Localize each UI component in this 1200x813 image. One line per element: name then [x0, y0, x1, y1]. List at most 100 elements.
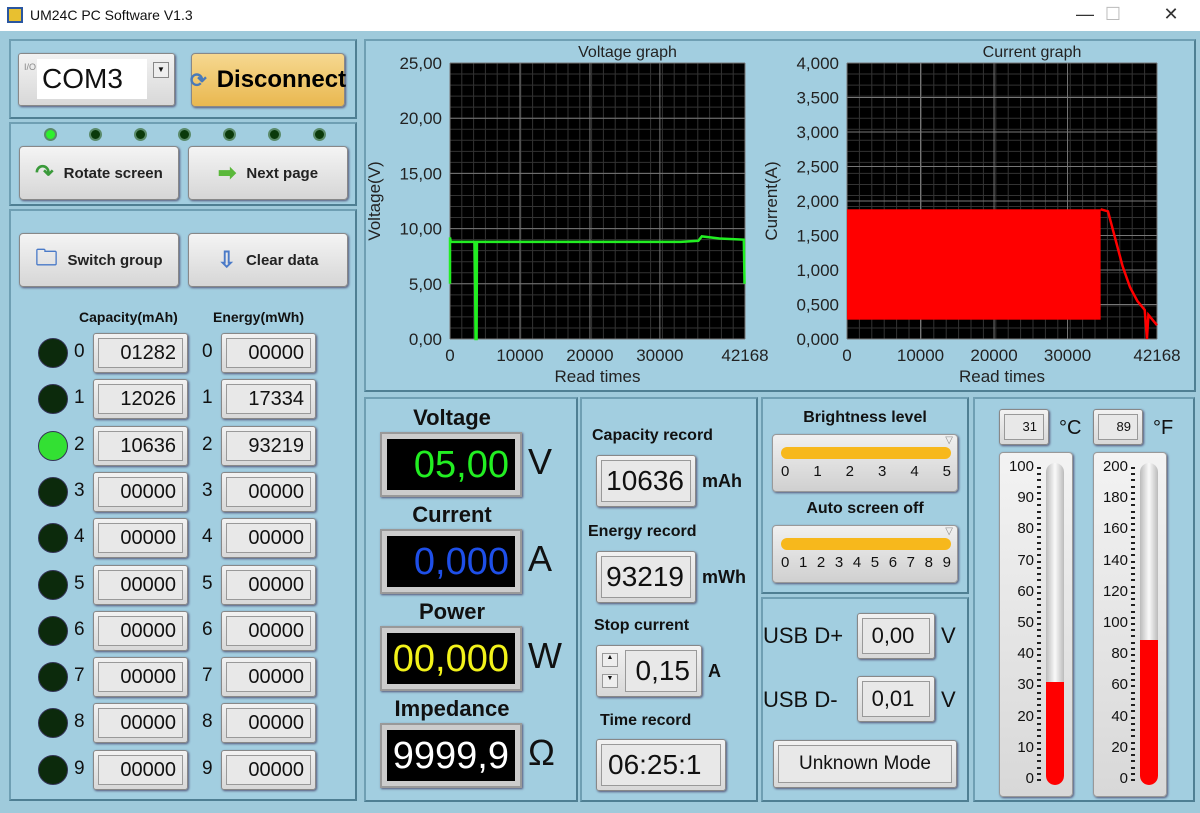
auto-screen-off-slider[interactable]: ▽ 0123456789: [772, 525, 958, 583]
brightness-tick: 2: [845, 463, 854, 480]
brightness-slider[interactable]: ▽ 0 1 2 3 4 5: [772, 434, 958, 492]
celsius-tick-mark: [1037, 616, 1041, 619]
autooff-fill: [781, 538, 951, 550]
celsius-tick-mark: [1037, 604, 1041, 607]
energy-index: 0: [202, 341, 213, 362]
celsius-tick-mark: [1037, 691, 1041, 694]
slider-thumb-icon[interactable]: ▽: [945, 526, 953, 537]
stop-current-stepper[interactable]: ▲ ▼ 0,15: [596, 645, 702, 697]
stop-current-label: Stop current: [594, 617, 690, 634]
capacity-record-field: 10636: [596, 455, 696, 507]
impedance-display: 9999,9: [380, 723, 522, 788]
group-led[interactable]: [38, 476, 68, 507]
refresh-icon: ⟳: [189, 69, 207, 92]
energy-value: 93219: [226, 430, 311, 461]
celsius-tick-mark: [1037, 573, 1041, 576]
celsius-tick-label: 90: [1017, 489, 1034, 507]
next-page-button[interactable]: ➡ Next page: [188, 146, 348, 200]
fahrenheit-tick-mark: [1131, 697, 1135, 700]
fahrenheit-tick-mark: [1131, 635, 1135, 638]
clear-data-button[interactable]: ⇩ Clear data: [188, 233, 348, 287]
group-led[interactable]: [38, 754, 68, 785]
app-icon: [7, 7, 23, 23]
fahrenheit-level-fill: [1140, 640, 1158, 785]
increment-arrow-icon[interactable]: ▲: [602, 653, 618, 667]
page-indicator-led: [268, 128, 281, 141]
time-record-field: 06:25:1: [596, 739, 726, 791]
capacity-field: 00000: [93, 471, 188, 512]
celsius-tick-mark: [1037, 467, 1041, 469]
fahrenheit-tick-mark: [1131, 467, 1135, 469]
usb-panel: USB D+ 0,00 V USB D- 0,01 V Unknown Mode: [761, 597, 969, 802]
stop-current-value[interactable]: 0,15: [625, 650, 697, 692]
energy-field: 00000: [221, 703, 316, 744]
decrement-arrow-icon[interactable]: ▼: [602, 674, 618, 688]
celsius-tick-mark: [1037, 554, 1041, 557]
close-button[interactable]: ✕: [1148, 0, 1194, 31]
folder-icon: 🗀: [35, 245, 58, 270]
autooff-tick: 0: [781, 554, 790, 571]
x-tick-label: 20000: [566, 346, 613, 365]
capacity-value: 00000: [98, 476, 183, 507]
celsius-tick-mark: [1037, 654, 1041, 657]
y-tick-label: 0,000: [796, 330, 839, 349]
maximize-button[interactable]: ☐: [1090, 0, 1136, 31]
dropdown-arrow-icon[interactable]: ▼: [153, 62, 169, 78]
fahrenheit-tick-label: 20: [1111, 738, 1128, 756]
energy-index: 7: [202, 665, 213, 687]
fahrenheit-tick-label: 140: [1102, 551, 1128, 569]
celsius-tick-label: 80: [1017, 520, 1034, 538]
autooff-tick: 5: [870, 554, 880, 571]
fahrenheit-tick-mark: [1131, 623, 1135, 625]
group-index: 1: [74, 387, 85, 409]
fahrenheit-tick-mark: [1131, 510, 1135, 513]
energy-record-unit: mWh: [702, 567, 746, 587]
temperature-panel: 31 °C 89 °F 100 90 80 70 60 50 40 30 20 10 0 200 18…: [973, 397, 1195, 802]
capacity-value: 00000: [98, 523, 183, 554]
capacity-field: 00000: [93, 657, 188, 698]
celsius-tick-mark: [1037, 548, 1041, 551]
y-tick-label: 3,000: [796, 123, 839, 142]
x-axis-label: Read times: [959, 367, 1045, 386]
energy-field: 00000: [221, 564, 316, 605]
arrow-right-icon: ➡: [217, 160, 237, 185]
fahrenheit-tick-mark: [1131, 485, 1135, 488]
energy-header: Energy(mWh): [213, 309, 304, 325]
fahrenheit-tick-mark: [1131, 498, 1135, 501]
disconnect-button[interactable]: ⟳ Disconnect: [189, 53, 346, 107]
com-port-select[interactable]: I/O COM3 ▼: [18, 53, 175, 106]
group-led[interactable]: [38, 523, 68, 554]
energy-index: 9: [202, 757, 213, 779]
group-led[interactable]: [38, 569, 68, 600]
fahrenheit-thermometer: 200 180 160 140 120 100 80 60 40 20 0: [1093, 452, 1167, 797]
fahrenheit-tick-label: 120: [1102, 582, 1128, 600]
capacity-value: 12026: [98, 384, 183, 415]
capacity-field: 00000: [93, 703, 188, 744]
y-axis-label: Voltage(V): [366, 161, 384, 240]
page-indicator-led: [44, 128, 57, 141]
group-led[interactable]: [38, 708, 68, 739]
celsius-tick-mark: [1037, 760, 1041, 763]
switch-group-button[interactable]: 🗀 Switch group: [19, 233, 179, 287]
celsius-tick-mark: [1037, 510, 1041, 513]
y-axis-label: Current(A): [762, 161, 781, 240]
records-panel: Capacity record 10636 mAh Energy record …: [580, 397, 758, 802]
fahrenheit-tick-mark: [1131, 672, 1135, 675]
group-led[interactable]: [38, 615, 68, 646]
celsius-thermometer: 100 90 80 70 60 50 40 30 20 10 0: [999, 452, 1073, 797]
celsius-tick-mark: [1037, 635, 1041, 638]
group-led[interactable]: [38, 430, 68, 461]
group-led[interactable]: [38, 384, 68, 415]
unknown-mode-button[interactable]: Unknown Mode: [773, 740, 957, 788]
voltage-unit: V: [528, 441, 553, 482]
group-led[interactable]: [38, 662, 68, 693]
celsius-tick-mark: [1037, 623, 1041, 625]
slider-thumb-icon[interactable]: ▽: [945, 435, 953, 446]
y-tick-label: 0,500: [796, 296, 839, 315]
groups-panel: 🗀 Switch group ⇩ Clear data Capacity(mAh) …: [9, 209, 357, 801]
group-led[interactable]: [38, 338, 68, 368]
com-port-value: COM3: [37, 59, 147, 99]
rotate-screen-button[interactable]: ↷ Rotate screen: [19, 146, 179, 200]
celsius-tick-mark: [1037, 672, 1041, 675]
fahrenheit-tick-mark: [1131, 641, 1135, 644]
